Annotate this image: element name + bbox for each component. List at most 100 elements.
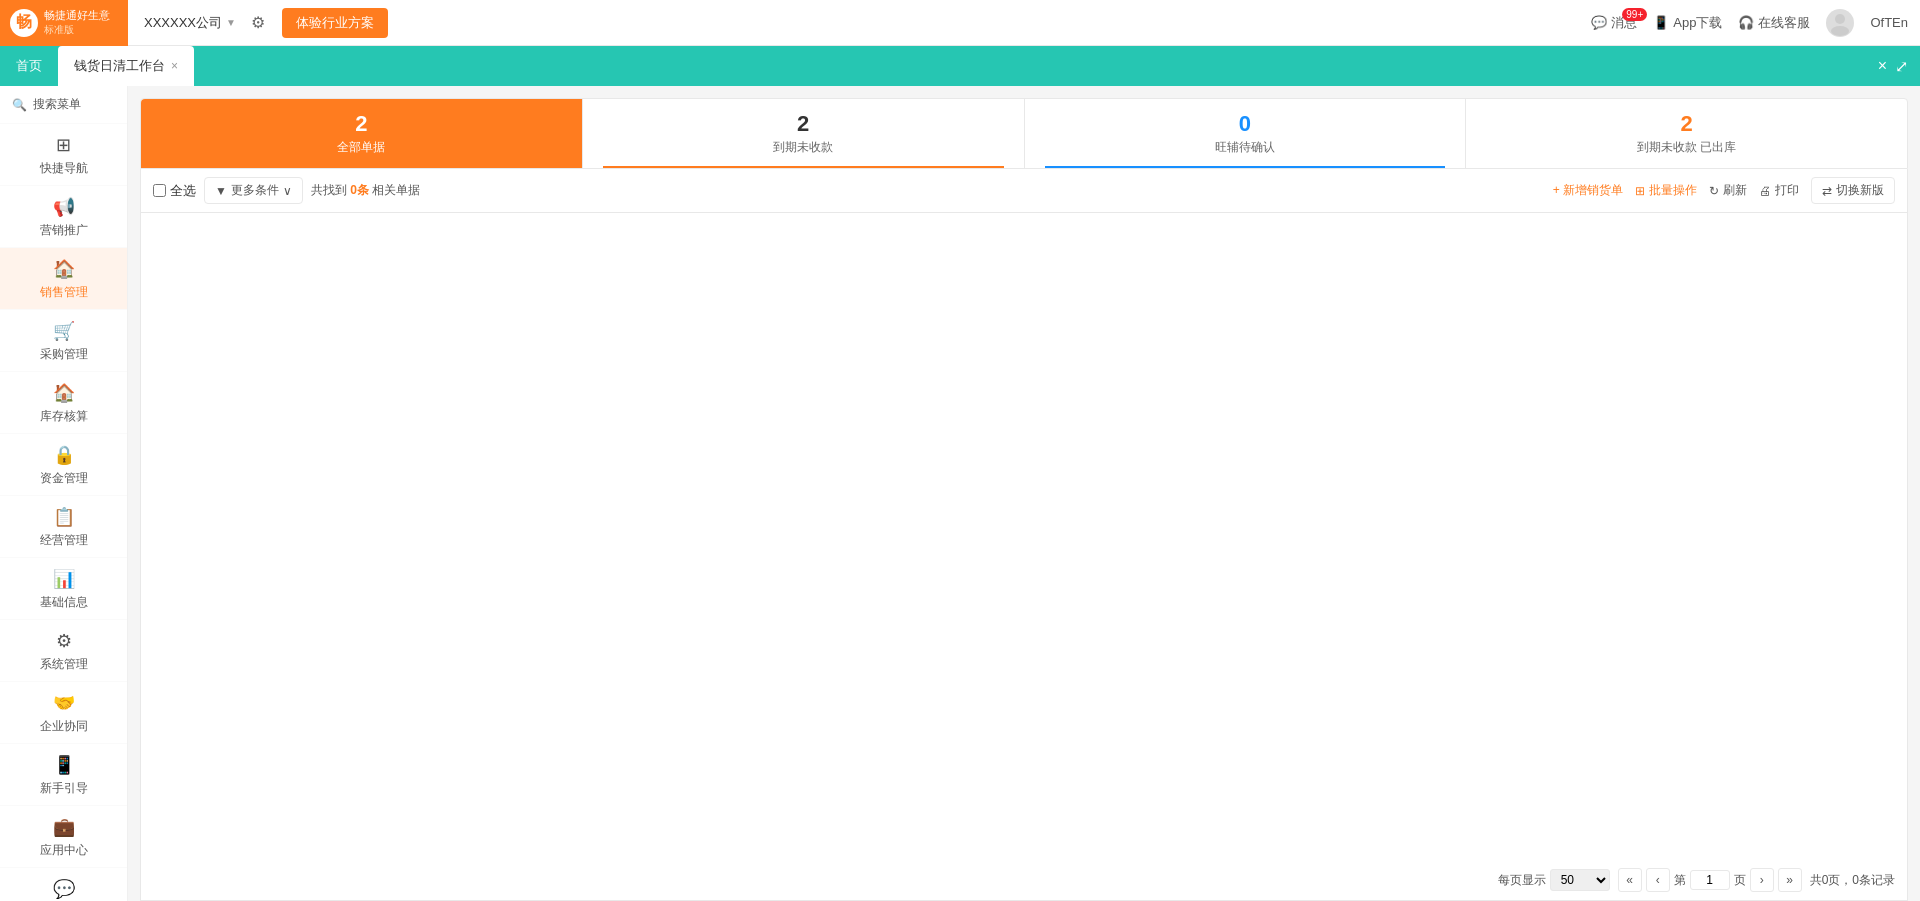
message-button[interactable]: 💬 消息 99+ [1591, 14, 1637, 32]
stat-card-overdue[interactable]: 2 到期未收款 [583, 99, 1025, 168]
page-size-selector: 每页显示 50 100 200 [1498, 869, 1610, 891]
sidebar-item-sales[interactable]: 🏠 销售管理 [0, 248, 127, 310]
table-area [140, 213, 1908, 860]
main-layout: 🔍 搜索菜单 ⊞ 快捷导航 📢 营销推广 🏠 销售管理 🛒 采购管理 🏠 库存核… [0, 86, 1920, 901]
marketing-icon: 📢 [53, 196, 75, 218]
finance-icon: 🔒 [53, 444, 75, 466]
tab-active[interactable]: 钱货日清工作台 × [58, 46, 194, 86]
company-dropdown-arrow: ▼ [226, 17, 236, 28]
sidebar-label-marketing: 营销推广 [40, 222, 88, 239]
search-icon: 🔍 [12, 98, 27, 112]
sidebar-label-enterprise: 企业协同 [40, 718, 88, 735]
tab-close-button[interactable]: × [171, 59, 178, 73]
window-expand-button[interactable]: ⤢ [1895, 57, 1908, 76]
toolbar: 全选 ▼ 更多条件 ∨ 共找到 0条 相关单据 + 新增销货单 ⊞ 批量操作 [140, 169, 1908, 213]
stat-num-overdue: 2 [603, 111, 1004, 137]
page-prev-button[interactable]: ‹ [1646, 868, 1670, 892]
underline-overdue [603, 166, 1004, 168]
sidebar-item-inventory[interactable]: 🏠 库存核算 [0, 372, 127, 434]
online-service-button[interactable]: 🎧 在线客服 [1738, 14, 1810, 32]
username: OfTEn [1870, 15, 1908, 30]
sidebar-label-sales: 销售管理 [40, 284, 88, 301]
stat-card-pending[interactable]: 0 旺辅待确认 [1025, 99, 1467, 168]
select-all-input[interactable] [153, 184, 166, 197]
print-button[interactable]: 🖨 打印 [1759, 182, 1799, 199]
page-last-button[interactable]: » [1778, 868, 1802, 892]
header-right: 💬 消息 99+ 📱 App下载 🎧 在线客服 OfTEn [1591, 9, 1908, 37]
add-order-button[interactable]: + 新增销货单 [1553, 182, 1623, 199]
sidebar: 🔍 搜索菜单 ⊞ 快捷导航 📢 营销推广 🏠 销售管理 🛒 采购管理 🏠 库存核… [0, 86, 128, 901]
sidebar-search[interactable]: 🔍 搜索菜单 [0, 86, 127, 124]
logo-icon: 畅 [10, 9, 38, 37]
sidebar-item-wechat[interactable]: 💬 企业微信 [0, 868, 127, 901]
page-suffix: 页 [1734, 872, 1746, 889]
service-icon: 🎧 [1738, 15, 1754, 30]
sidebar-item-purchase[interactable]: 🛒 采购管理 [0, 310, 127, 372]
company-selector[interactable]: XXXXXX公司 ▼ [144, 14, 236, 32]
select-all-checkbox[interactable]: 全选 [153, 182, 196, 200]
stat-card-overdue-out[interactable]: 2 到期未收款 已出库 [1466, 99, 1907, 168]
stat-label-all: 全部单据 [161, 139, 562, 156]
toolbar-left: 全选 ▼ 更多条件 ∨ 共找到 0条 相关单据 [153, 177, 1545, 204]
per-page-select[interactable]: 50 100 200 [1550, 869, 1610, 891]
batch-button[interactable]: ⊞ 批量操作 [1635, 182, 1697, 199]
tabs-window-controls: × ⤢ [1878, 57, 1920, 76]
stat-num-all: 2 [161, 111, 562, 137]
stat-label-pending: 旺辅待确认 [1045, 139, 1446, 156]
sidebar-label-inventory: 库存核算 [40, 408, 88, 425]
stat-card-all[interactable]: 2 全部单据 [141, 99, 583, 168]
sidebar-item-marketing[interactable]: 📢 营销推广 [0, 186, 127, 248]
sidebar-item-quick-nav[interactable]: ⊞ 快捷导航 [0, 124, 127, 186]
sidebar-label-purchase: 采购管理 [40, 346, 88, 363]
inventory-icon: 🏠 [53, 382, 75, 404]
app-icon: 📱 [1653, 15, 1669, 30]
page-number-input[interactable] [1690, 870, 1730, 890]
quick-nav-icon: ⊞ [56, 134, 71, 156]
total-info: 共0页，0条记录 [1810, 872, 1895, 889]
app-download-button[interactable]: 📱 App下载 [1653, 14, 1722, 32]
filter-label: 更多条件 [231, 182, 279, 199]
page-next-button[interactable]: › [1750, 868, 1774, 892]
page-nav: « ‹ 第 页 › » [1618, 868, 1802, 892]
found-text: 共找到 0条 相关单据 [311, 182, 420, 199]
sidebar-item-base-info[interactable]: 📊 基础信息 [0, 558, 127, 620]
logo-sub: 标准版 [44, 23, 110, 37]
trial-button[interactable]: 体验行业方案 [282, 8, 388, 38]
sidebar-item-app-center[interactable]: 💼 应用中心 [0, 806, 127, 868]
stats-row: 2 全部单据 2 到期未收款 0 旺辅待确认 2 到期未收款 已出库 [140, 98, 1908, 169]
print-icon: 🖨 [1759, 184, 1771, 198]
purchase-icon: 🛒 [53, 320, 75, 342]
filter-button[interactable]: ▼ 更多条件 ∨ [204, 177, 303, 204]
select-all-label: 全选 [170, 182, 196, 200]
avatar[interactable] [1826, 9, 1854, 37]
sidebar-item-enterprise[interactable]: 🤝 企业协同 [0, 682, 127, 744]
refresh-button[interactable]: ↻ 刷新 [1709, 182, 1747, 199]
wechat-icon: 💬 [53, 878, 75, 900]
per-page-label: 每页显示 [1498, 872, 1546, 889]
guide-icon: 📱 [53, 754, 75, 776]
sidebar-item-system[interactable]: ⚙ 系统管理 [0, 620, 127, 682]
message-icon: 💬 [1591, 15, 1607, 30]
sidebar-label-operations: 经营管理 [40, 532, 88, 549]
tab-home[interactable]: 首页 [0, 46, 58, 86]
content-area: 2 全部单据 2 到期未收款 0 旺辅待确认 2 到期未收款 已出库 [128, 86, 1920, 901]
svg-point-1 [1831, 26, 1849, 36]
switch-version-button[interactable]: ⇄ 切换新版 [1811, 177, 1895, 204]
page-first-button[interactable]: « [1618, 868, 1642, 892]
company-name: XXXXXX公司 [144, 14, 222, 32]
operations-icon: 📋 [53, 506, 75, 528]
sidebar-item-guide[interactable]: 📱 新手引导 [0, 744, 127, 806]
sidebar-item-operations[interactable]: 📋 经营管理 [0, 496, 127, 558]
settings-button[interactable]: ⚙ [244, 9, 272, 37]
sidebar-item-finance[interactable]: 🔒 资金管理 [0, 434, 127, 496]
pagination: 每页显示 50 100 200 « ‹ 第 页 › » 共0页，0条记录 [140, 860, 1908, 901]
filter-arrow: ∨ [283, 184, 292, 198]
sidebar-label-system: 系统管理 [40, 656, 88, 673]
sidebar-label-finance: 资金管理 [40, 470, 88, 487]
refresh-icon: ↻ [1709, 184, 1719, 198]
sales-icon: 🏠 [53, 258, 75, 280]
page-label: 第 [1674, 872, 1686, 889]
message-badge: 99+ [1622, 8, 1647, 21]
switch-icon: ⇄ [1822, 184, 1832, 198]
window-close-button[interactable]: × [1878, 57, 1887, 76]
